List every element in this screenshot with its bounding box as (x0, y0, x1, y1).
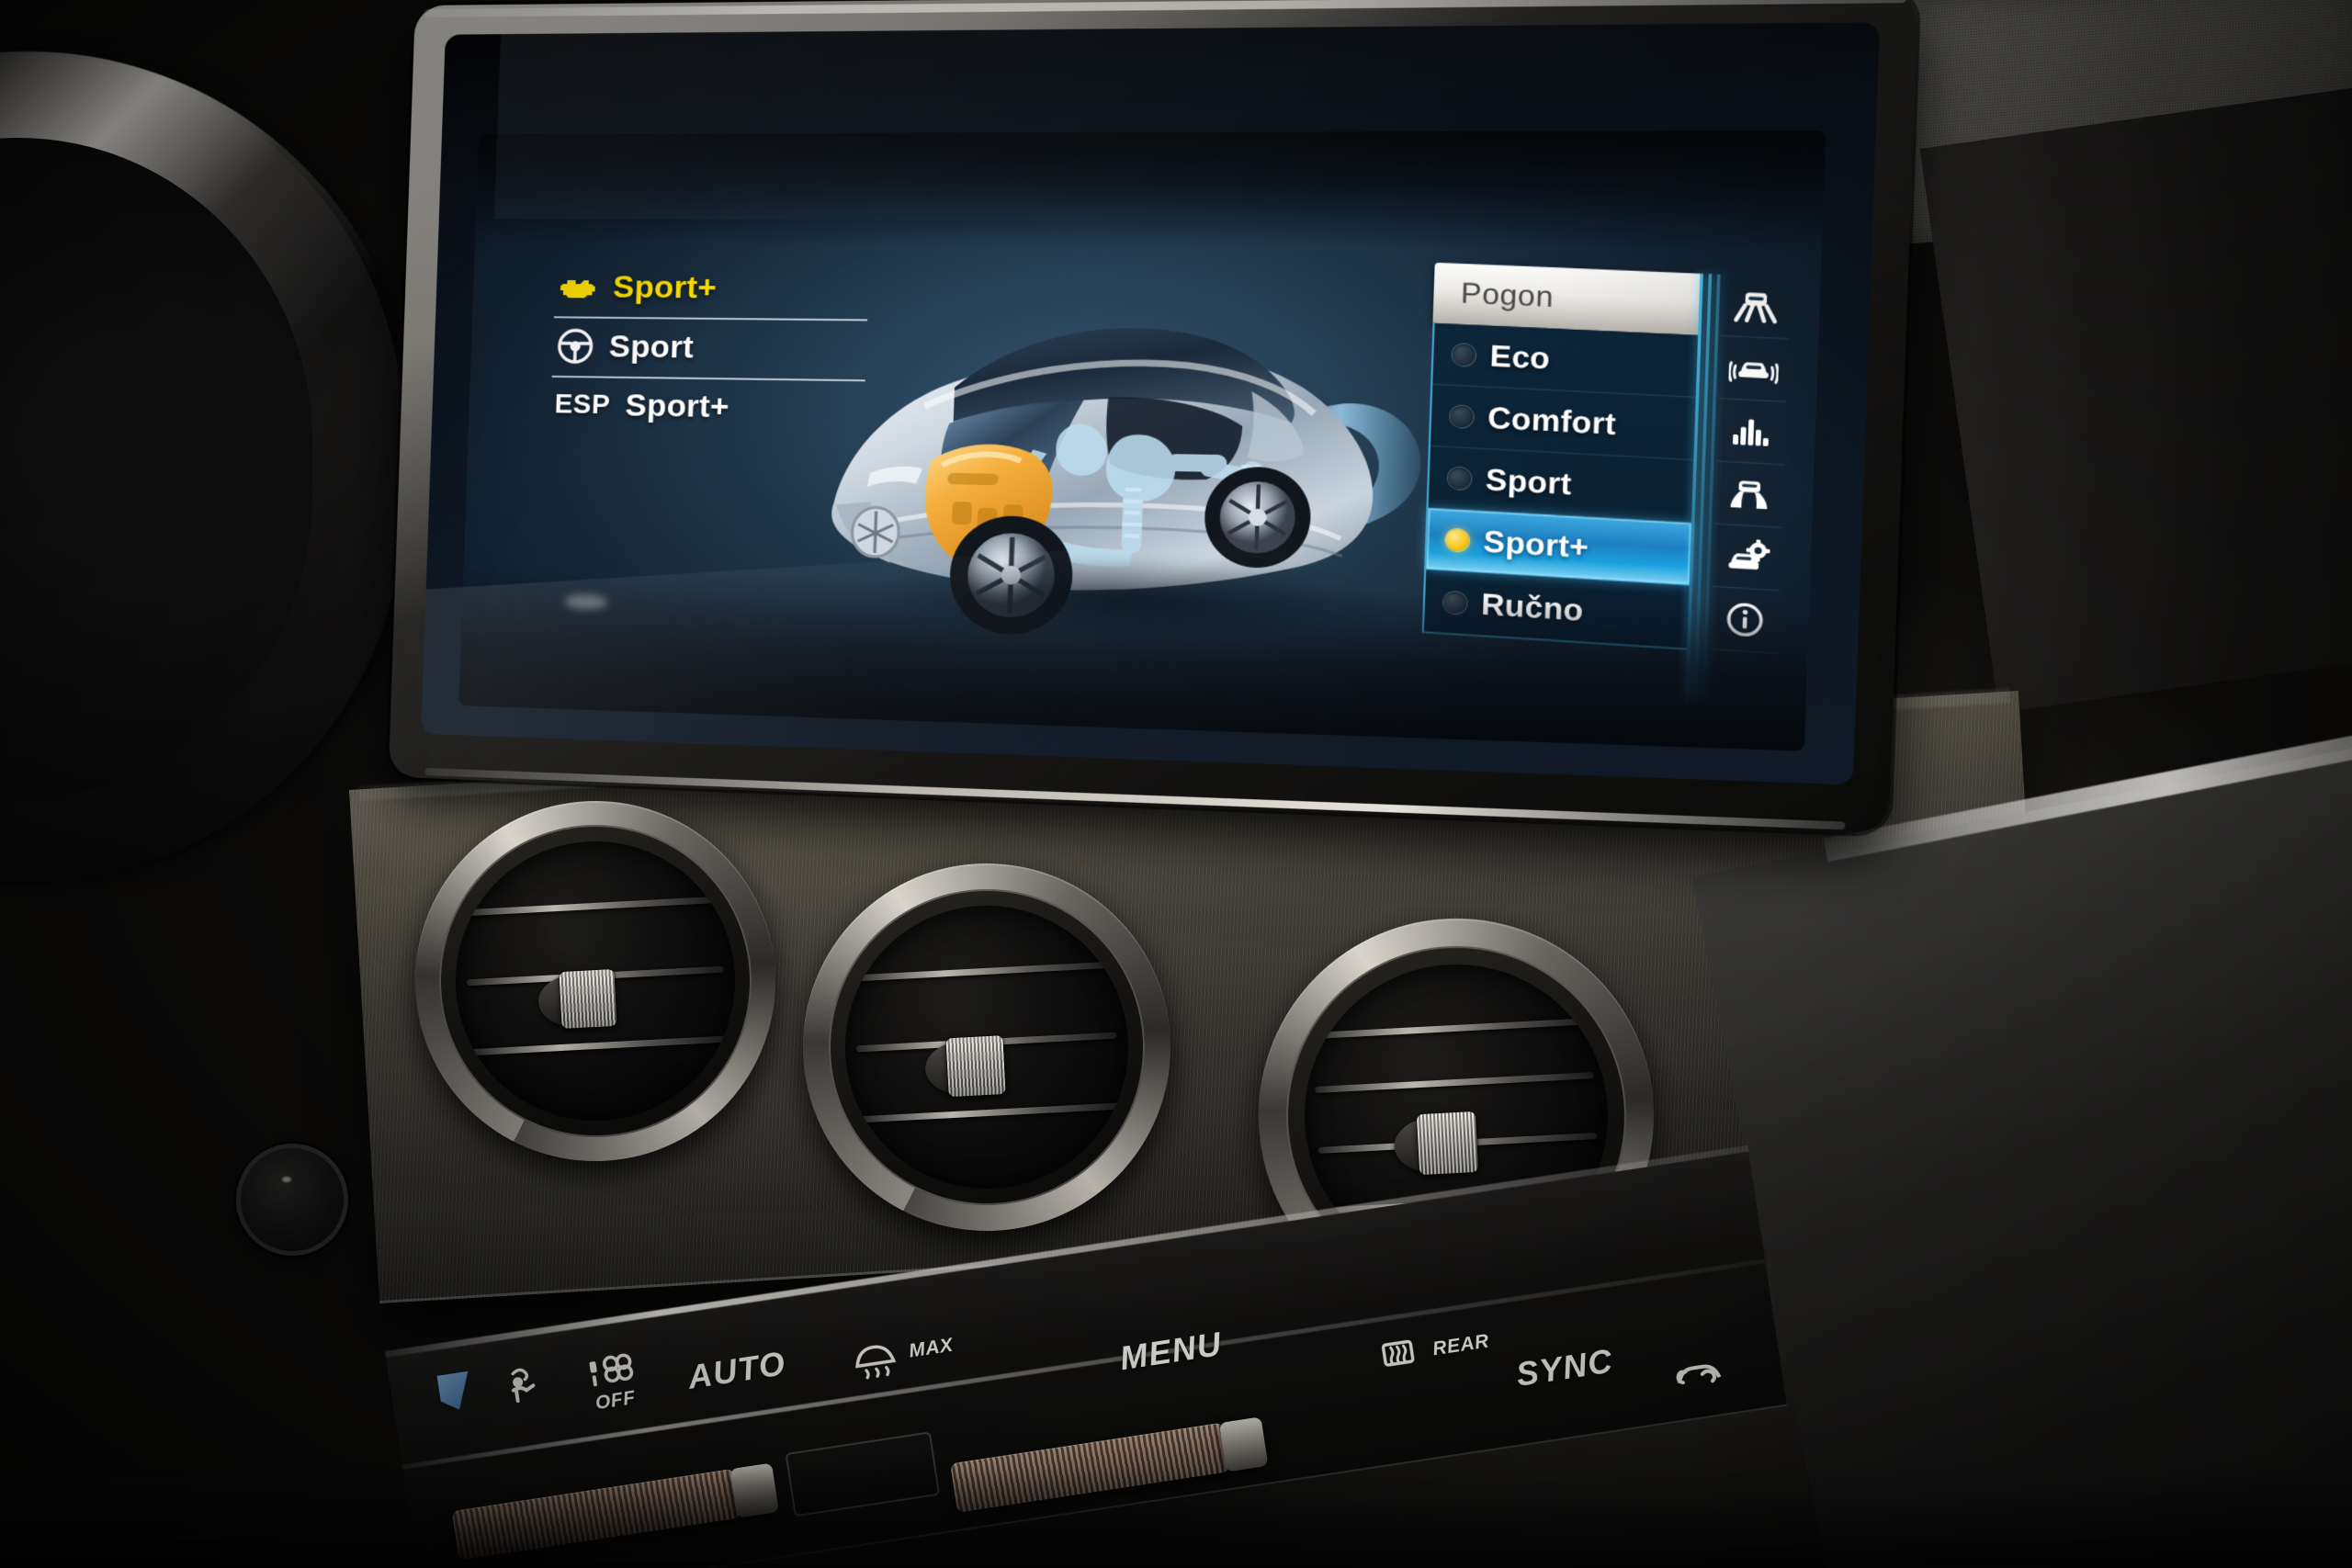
windshield-defrost-icon (846, 1332, 905, 1382)
infotainment-ui[interactable]: Sport+ Sport ESP Sport+ Pogon Eco Comfor… (458, 130, 1826, 751)
seat-airflow-button[interactable] (496, 1356, 552, 1412)
radio-sport-plus[interactable] (1445, 528, 1470, 552)
engine-icon (559, 273, 599, 301)
audio-equalizer-icon[interactable] (1716, 399, 1786, 466)
drive-panel-title: Pogon (1460, 276, 1555, 314)
vent-thumbwheel[interactable] (945, 1035, 1006, 1098)
temp-roller-right-end[interactable] (1218, 1416, 1269, 1472)
vent-slat[interactable] (1315, 1072, 1594, 1094)
status-label-esp: Sport+ (624, 388, 730, 425)
drive-mode-label-comfort: Comfort (1487, 400, 1617, 442)
vent-slat[interactable] (852, 961, 1114, 982)
radio-eco[interactable] (1452, 344, 1476, 367)
recirculation-button[interactable] (1668, 1352, 1729, 1400)
parking-assist-icon[interactable] (1719, 335, 1789, 402)
drive-mode-label-sport-plus: Sport+ (1482, 524, 1589, 565)
rear-window-defrost-icon (1375, 1331, 1429, 1378)
status-label-steering: Sport (608, 328, 695, 366)
drive-mode-label-sport: Sport (1485, 462, 1573, 502)
steering-wheel-icon (556, 327, 594, 365)
vent-slat[interactable] (1312, 1018, 1591, 1040)
vent-thumbwheel[interactable] (1416, 1111, 1479, 1175)
drive-mode-label-eco: Eco (1489, 338, 1551, 377)
drive-powertrain-icon[interactable] (1721, 274, 1791, 340)
radio-comfort[interactable] (1450, 405, 1474, 428)
vent-slat[interactable] (860, 1102, 1121, 1123)
vent-thumbwheel[interactable] (559, 969, 617, 1030)
dashboard-sensor (241, 1148, 344, 1251)
suspension-chassis-icon[interactable] (1714, 461, 1784, 528)
esp-text-icon: ESP (554, 389, 611, 421)
max-label: MAX (907, 1334, 956, 1362)
radio-sport[interactable] (1447, 467, 1472, 491)
recirculation-icon (1668, 1352, 1729, 1400)
infotainment-screen-unit[interactable]: Sport+ Sport ESP Sport+ Pogon Eco Comfor… (388, 0, 1918, 835)
scene-bottom-fade (0, 1467, 2352, 1568)
vent-slat[interactable] (469, 1035, 728, 1056)
seat-airflow-icon (496, 1356, 552, 1412)
status-label-engine: Sport+ (612, 269, 718, 306)
vent-slat[interactable] (462, 896, 720, 917)
fan-off-button[interactable]: OFF (582, 1348, 642, 1416)
fan-icon (582, 1348, 639, 1393)
category-icon-rail[interactable] (1710, 274, 1791, 654)
rear-label: REAR (1430, 1330, 1491, 1360)
lcd-top-shade (474, 130, 1826, 252)
screen-glass: Sport+ Sport ESP Sport+ Pogon Eco Comfor… (421, 22, 1880, 785)
vehicle-settings-icon[interactable] (1713, 524, 1782, 592)
dashboard-scene: Sport+ Sport ESP Sport+ Pogon Eco Comfor… (0, 0, 2352, 1568)
